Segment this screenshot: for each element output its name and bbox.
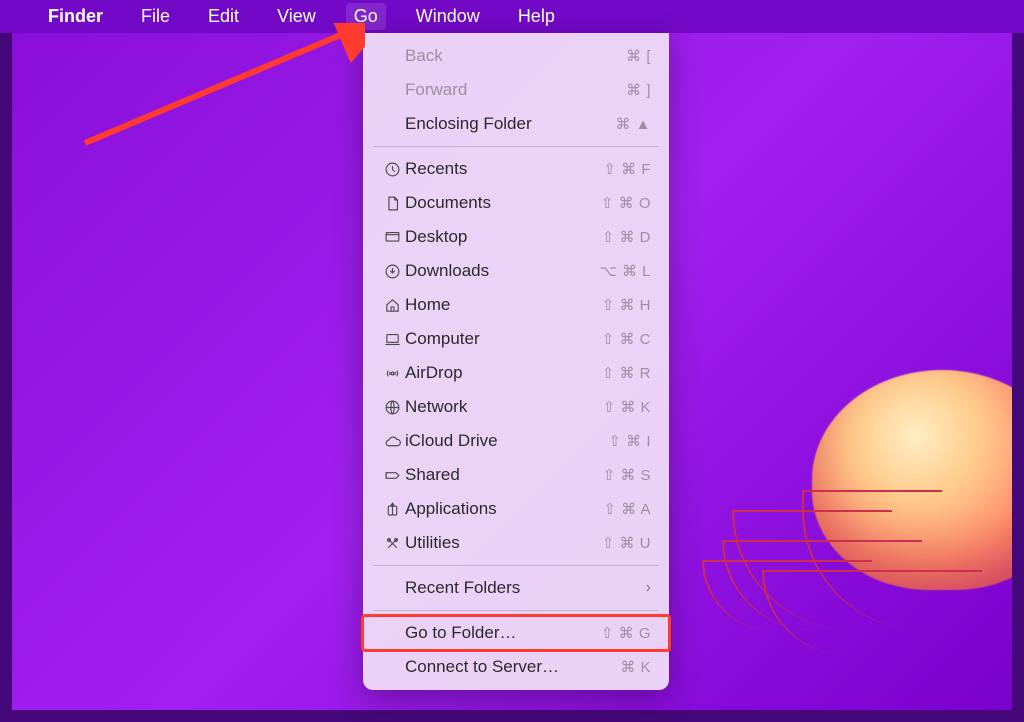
menu-item-applications[interactable]: Applications⇧ ⌘ A [363,492,669,526]
menu-item-recents[interactable]: Recents⇧ ⌘ F [363,152,669,186]
menu-item-label: Utilities [405,533,602,553]
airdrop-icon [379,365,405,382]
menu-item-shortcut: ⇧ ⌘ U [602,534,651,552]
menubar-item-help[interactable]: Help [510,3,563,30]
menubar-item-view[interactable]: View [269,3,324,30]
network-icon [379,399,405,416]
menu-item-recent-folders[interactable]: Recent Folders› [363,571,669,605]
home-icon [379,297,405,314]
utilities-icon [379,535,405,552]
menu-item-label: Applications [405,499,603,519]
menu-item-label: Go to Folder… [405,623,601,643]
cloud-icon [379,433,405,450]
menu-item-icloud-drive[interactable]: iCloud Drive⇧ ⌘ I [363,424,669,458]
menu-item-downloads[interactable]: Downloads⌥ ⌘ L [363,254,669,288]
menu-item-label: Forward [405,80,626,100]
menu-item-shortcut: ⇧ ⌘ A [603,500,651,518]
menu-item-shortcut: ⇧ ⌘ H [602,296,651,314]
menu-item-label: Connect to Server… [405,657,620,677]
apps-icon [379,501,405,518]
menu-item-airdrop[interactable]: AirDrop⇧ ⌘ R [363,356,669,390]
menu-item-label: AirDrop [405,363,602,383]
menubar-item-file[interactable]: File [133,3,178,30]
menubar-app-name[interactable]: Finder [40,3,111,30]
document-icon [379,195,405,212]
menu-item-shortcut: ⇧ ⌘ O [601,194,651,212]
menu-item-label: Network [405,397,603,417]
menu-item-shortcut: ⇧ ⌘ D [602,228,651,246]
menu-item-go-to-folder[interactable]: Go to Folder…⇧ ⌘ G [363,616,669,650]
menu-item-shortcut: ⇧ ⌘ R [602,364,651,382]
menu-item-shortcut: ⌘ [ [626,47,651,65]
menu-item-label: Computer [405,329,602,349]
menu-item-shortcut: ⌘ ] [626,81,651,99]
menu-item-shortcut: ⌘ ▲ [615,115,651,133]
menu-item-forward: Forward⌘ ] [363,73,669,107]
menu-item-label: iCloud Drive [405,431,608,451]
menu-item-shortcut: ⇧ ⌘ S [603,466,651,484]
menu-item-shortcut: ⇧ ⌘ I [608,432,651,450]
clock-icon [379,161,405,178]
menu-item-enclosing-folder[interactable]: Enclosing Folder⌘ ▲ [363,107,669,141]
menubar-item-edit[interactable]: Edit [200,3,247,30]
menu-item-shortcut: ⇧ ⌘ K [603,398,651,416]
menu-item-label: Recent Folders [405,578,646,598]
menu-item-shortcut: ⇧ ⌘ G [601,624,651,642]
menu-item-label: Home [405,295,602,315]
menubar-item-window[interactable]: Window [408,3,488,30]
menu-item-label: Shared [405,465,603,485]
desktop-icon [379,229,405,246]
menu-item-label: Downloads [405,261,600,281]
menu-item-shortcut: ⇧ ⌘ C [602,330,651,348]
menu-item-label: Documents [405,193,601,213]
menu-item-documents[interactable]: Documents⇧ ⌘ O [363,186,669,220]
menu-item-home[interactable]: Home⇧ ⌘ H [363,288,669,322]
menu-item-shared[interactable]: Shared⇧ ⌘ S [363,458,669,492]
jellyfish-graphic [652,310,1024,670]
menu-item-network[interactable]: Network⇧ ⌘ K [363,390,669,424]
menubar-item-go[interactable]: Go [346,3,386,30]
chevron-right-icon: › [646,579,651,597]
go-menu-dropdown: Back⌘ [Forward⌘ ]Enclosing Folder⌘ ▲Rece… [363,33,669,690]
menu-item-shortcut: ⇧ ⌘ F [603,160,651,178]
download-icon [379,263,405,280]
menu-item-connect-to-server[interactable]: Connect to Server…⌘ K [363,650,669,684]
menu-item-utilities[interactable]: Utilities⇧ ⌘ U [363,526,669,560]
menu-item-label: Desktop [405,227,602,247]
menu-item-back: Back⌘ [ [363,39,669,73]
menu-item-label: Enclosing Folder [405,114,615,134]
menubar: Finder File Edit View Go Window Help [0,0,1024,33]
menu-item-desktop[interactable]: Desktop⇧ ⌘ D [363,220,669,254]
shared-icon [379,467,405,484]
computer-icon [379,331,405,348]
menu-item-label: Recents [405,159,603,179]
menu-item-label: Back [405,46,626,66]
menu-item-shortcut: ⌥ ⌘ L [600,262,651,280]
menu-item-shortcut: ⌘ K [620,658,651,676]
menu-item-computer[interactable]: Computer⇧ ⌘ C [363,322,669,356]
